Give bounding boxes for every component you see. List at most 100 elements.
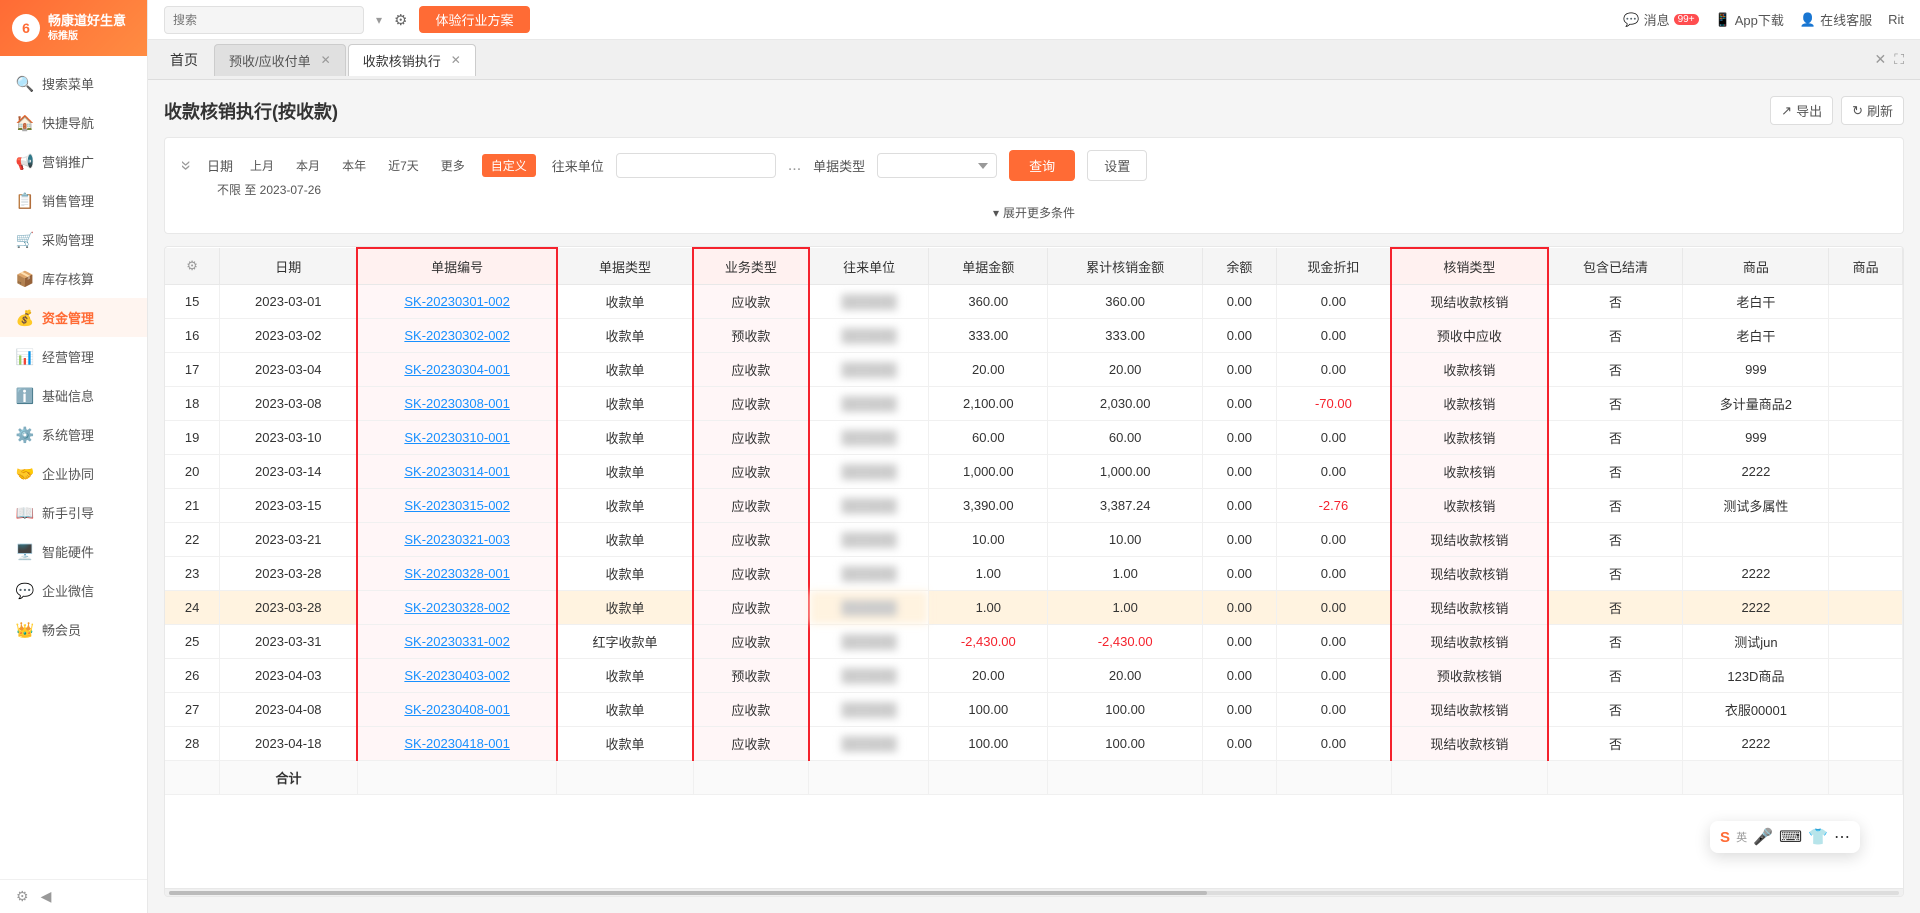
row-doc-no[interactable]: SK-20230403-002 [357,659,557,693]
user-display[interactable]: Rit [1888,12,1904,27]
table-wrap[interactable]: ⚙日期单据编号单据类型业务类型往来单位单据金额累计核销金额余额现金折扣核销类型包… [165,247,1903,888]
row-cash-discount: 0.00 [1276,659,1391,693]
row-doc-no[interactable]: SK-20230321-003 [357,523,557,557]
row-verify-type: 现结收款核销 [1391,523,1547,557]
sidebar-label-quick: 快捷导航 [42,113,94,132]
tab-close-prepay[interactable]: ✕ [321,53,331,67]
sidebar-settings-icon[interactable]: ⚙ [16,888,29,905]
float-keyboard-icon[interactable]: ⌨ [1779,827,1802,847]
tab-prepay[interactable]: 预收/应收付单✕ [214,44,346,76]
expand-conditions-btn[interactable]: ▾ 展开更多条件 [181,204,1887,221]
filter-collapse-btn[interactable]: » [176,160,197,170]
doc-no-link[interactable]: SK-20230301-002 [404,294,510,309]
custom-date-button[interactable]: 自定义 [482,154,536,177]
float-more-icon[interactable]: ⋯ [1834,827,1850,847]
doc-no-link[interactable]: SK-20230328-002 [404,600,510,615]
sidebar-item-management[interactable]: 📊经营管理 [0,337,147,376]
topbar-search-input[interactable] [173,13,355,27]
row-cash-discount: 0.00 [1276,625,1391,659]
window-maximize-btn[interactable]: ⛶ [1894,51,1904,68]
row-biz-type: 应收款 [693,489,809,523]
sidebar-item-basic[interactable]: ℹ️基础信息 [0,376,147,415]
row-doc-no[interactable]: SK-20230314-001 [357,455,557,489]
doc-no-link[interactable]: SK-20230321-003 [404,532,510,547]
solution-button[interactable]: 体验行业方案 [419,6,529,33]
sidebar-item-cooperation[interactable]: 🤝企业协同 [0,454,147,493]
partner-filter-input[interactable] [616,153,776,178]
row-cash-discount: 0.00 [1276,523,1391,557]
col-header-5: 往来单位 [809,248,929,285]
sidebar-item-quick[interactable]: 🏠快捷导航 [0,103,147,142]
scroll-track[interactable] [169,891,1899,895]
notification-button[interactable]: 💬 消息 99+ [1623,10,1698,29]
sidebar-item-hardware[interactable]: 🖥️智能硬件 [0,532,147,571]
scroll-thumb[interactable] [169,891,1207,895]
row-doc-no[interactable]: SK-20230302-002 [357,319,557,353]
date-btn-近7天[interactable]: 近7天 [379,154,428,177]
window-close-btn[interactable]: ✕ [1874,51,1886,68]
sidebar-item-search[interactable]: 🔍搜索菜单 [0,64,147,103]
receipt-type-select[interactable] [877,153,997,178]
horizontal-scrollbar[interactable] [165,888,1903,896]
row-doc-no[interactable]: SK-20230304-001 [357,353,557,387]
row-doc-no[interactable]: SK-20230310-001 [357,421,557,455]
topbar-search-wrap[interactable] [164,6,364,34]
sidebar-item-guide[interactable]: 📖新手引导 [0,493,147,532]
doc-no-link[interactable]: SK-20230331-002 [404,634,510,649]
tab-home[interactable]: 首页 [156,44,212,76]
query-button[interactable]: 查询 [1009,150,1075,181]
doc-no-link[interactable]: SK-20230408-001 [404,702,510,717]
filter-more-dots[interactable]: ... [788,157,801,175]
row-doc-type: 收款单 [557,319,693,353]
online-service-button[interactable]: 👤 在线客服 [1800,10,1872,29]
row-doc-no[interactable]: SK-20230301-002 [357,285,557,319]
sidebar-item-system[interactable]: ⚙️系统管理 [0,415,147,454]
row-product2 [1829,557,1903,591]
page-actions: ↗ 导出 ↻ 刷新 [1770,96,1904,125]
doc-no-link[interactable]: SK-20230418-001 [404,736,510,751]
row-doc-no[interactable]: SK-20230308-001 [357,387,557,421]
date-btn-上月[interactable]: 上月 [241,154,283,177]
float-mic-icon[interactable]: 🎤 [1753,827,1773,847]
date-btn-更多[interactable]: 更多 [432,154,474,177]
sidebar-collapse-icon[interactable]: ◀ [41,888,52,905]
doc-no-link[interactable]: SK-20230310-001 [404,430,510,445]
sidebar-label-marketing: 营销推广 [42,152,94,171]
row-doc-no[interactable]: SK-20230328-001 [357,557,557,591]
export-button[interactable]: ↗ 导出 [1770,96,1833,125]
tab-close-collect[interactable]: ✕ [451,53,461,67]
float-shirt-icon[interactable]: 👕 [1808,827,1828,847]
sidebar-item-sales[interactable]: 📋销售管理 [0,181,147,220]
app-download-button[interactable]: 📱 App下载 [1715,10,1784,29]
row-num: 24 [165,591,220,625]
topbar-settings-icon[interactable]: ⚙ [394,11,407,29]
sidebar-item-member[interactable]: 👑畅会员 [0,610,147,649]
refresh-button[interactable]: ↻ 刷新 [1841,96,1904,125]
doc-no-link[interactable]: SK-20230328-001 [404,566,510,581]
row-doc-no[interactable]: SK-20230418-001 [357,727,557,761]
tab-collect[interactable]: 收款核销执行✕ [348,44,476,76]
sidebar-item-marketing[interactable]: 📢营销推广 [0,142,147,181]
row-doc-no[interactable]: SK-20230408-001 [357,693,557,727]
doc-no-link[interactable]: SK-20230403-002 [404,668,510,683]
sidebar-item-wechat[interactable]: 💬企业微信 [0,571,147,610]
row-doc-no[interactable]: SK-20230331-002 [357,625,557,659]
settings-button[interactable]: 设置 [1087,150,1147,181]
sidebar-item-inventory[interactable]: 📦库存核算 [0,259,147,298]
partner-filter-group: 往来单位 ... 单据类型 查询 设置 [552,150,1147,181]
doc-no-link[interactable]: SK-20230302-002 [404,328,510,343]
doc-no-link[interactable]: SK-20230308-001 [404,396,510,411]
table-row: 222023-03-21SK-20230321-003收款单应收款██████1… [165,523,1903,557]
doc-no-link[interactable]: SK-20230304-001 [404,362,510,377]
table-row: 192023-03-10SK-20230310-001收款单应收款██████6… [165,421,1903,455]
sidebar-item-purchase[interactable]: 🛒采购管理 [0,220,147,259]
table-settings-icon[interactable]: ⚙ [186,258,198,273]
sidebar-item-finance[interactable]: 💰资金管理 [0,298,147,337]
doc-no-link[interactable]: SK-20230314-001 [404,464,510,479]
date-btn-本年[interactable]: 本年 [333,154,375,177]
row-doc-no[interactable]: SK-20230328-002 [357,591,557,625]
row-doc-no[interactable]: SK-20230315-002 [357,489,557,523]
doc-no-link[interactable]: SK-20230315-002 [404,498,510,513]
topbar-dropdown-arrow[interactable]: ▾ [376,13,382,27]
date-btn-本月[interactable]: 本月 [287,154,329,177]
